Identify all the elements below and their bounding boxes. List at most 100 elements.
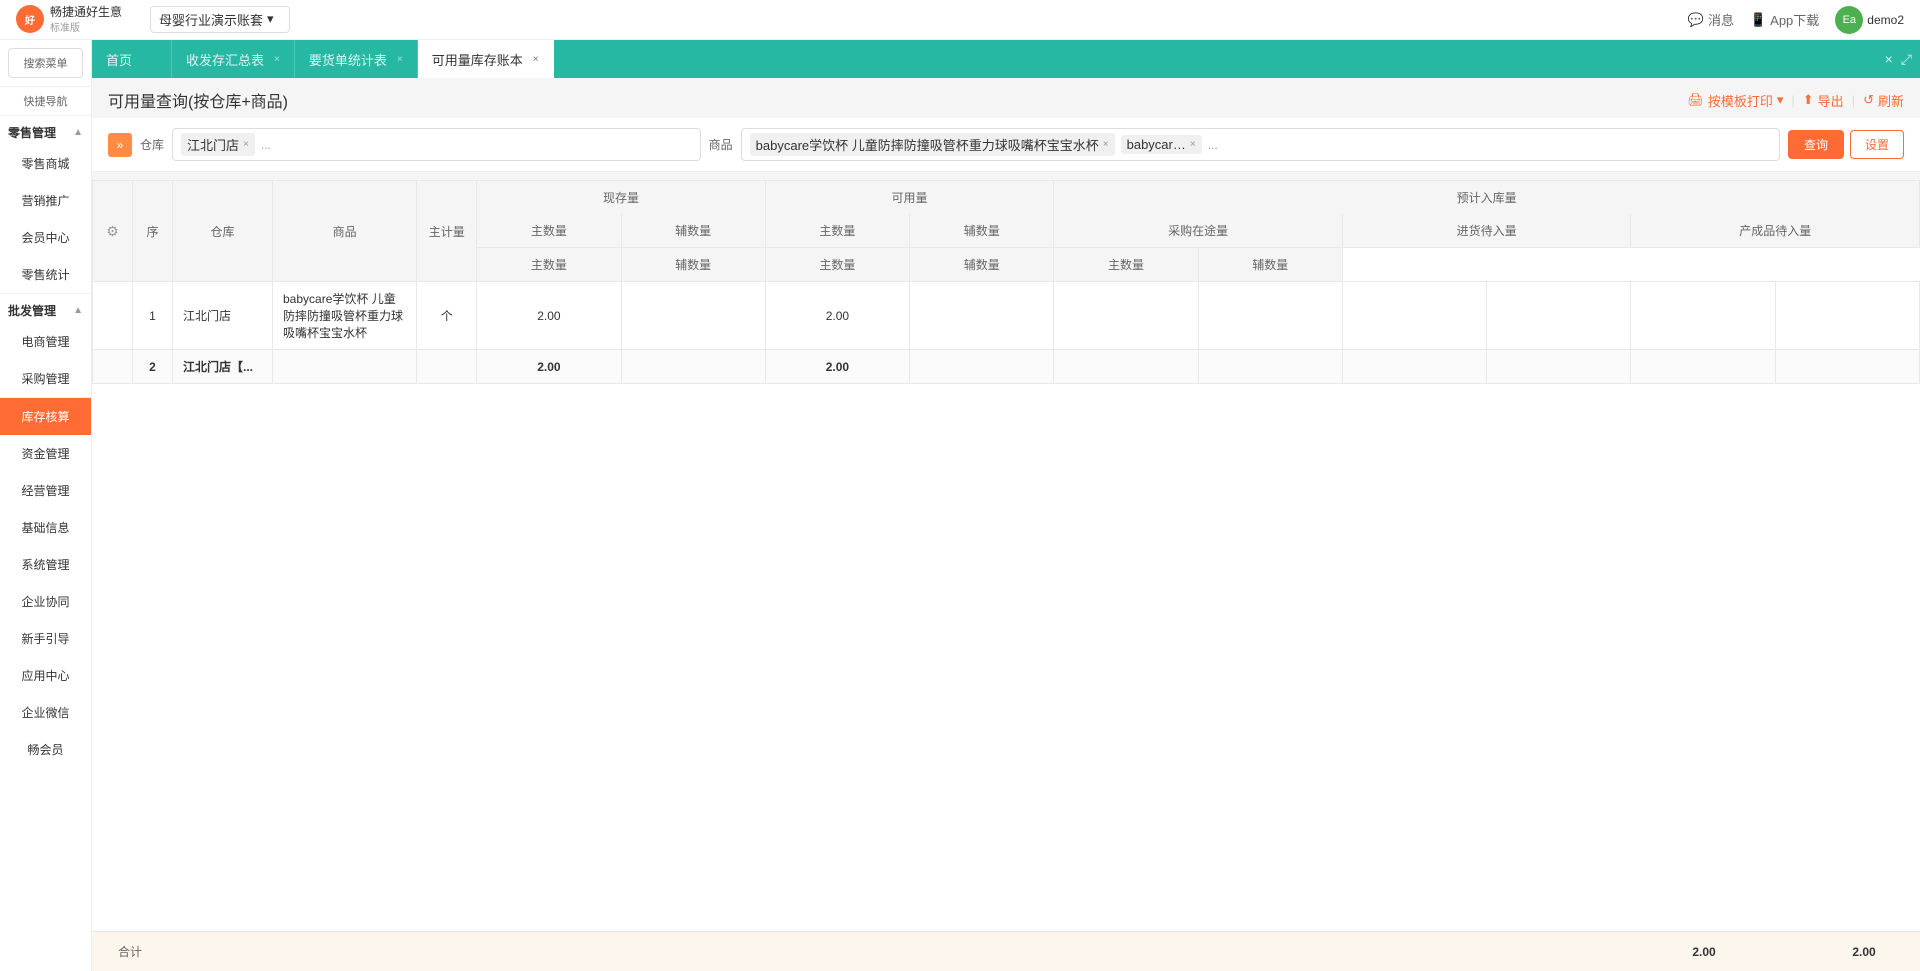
tab-available-stock[interactable]: 可用量库存账本 × <box>418 40 554 78</box>
product-tag-1-close[interactable]: × <box>1103 139 1109 150</box>
th-purchase-aux: 辅数量 <box>621 248 765 282</box>
cell-warehouse-1: 江北门店【... <box>173 350 273 384</box>
cell-goods-aux-0 <box>1487 282 1631 350</box>
product-filter-area[interactable]: babycare学饮杯 儿童防摔防撞吸管杯重力球吸嘴杯宝宝水杯 × babyca… <box>741 128 1780 161</box>
tab-receive-summary-close[interactable]: × <box>274 54 280 65</box>
sidebar-item-marketing[interactable]: 营销推广 <box>0 182 91 219</box>
cell-finished-main-1 <box>1631 350 1775 384</box>
th-purchase-transit: 采购在途量 <box>1054 214 1343 248</box>
sidebar-item-retail-store[interactable]: 零售商城 <box>0 145 91 182</box>
sidebar-item-system[interactable]: 系统管理 <box>0 546 91 583</box>
filter-expand-button[interactable]: » <box>108 133 132 157</box>
th-warehouse: 仓库 <box>173 181 273 282</box>
sidebar-item-inventory[interactable]: 库存核算 <box>0 398 91 435</box>
sidebar-item-newbie[interactable]: 新手引导 <box>0 620 91 657</box>
sidebar-item-purchase[interactable]: 采购管理 <box>0 360 91 397</box>
tab-close-all-icon[interactable]: × <box>1885 51 1893 67</box>
sidebar-item-app-center[interactable]: 应用中心 <box>0 657 91 694</box>
warehouse-tag-close[interactable]: × <box>243 139 249 150</box>
sidebar-item-wechat[interactable]: 企业微信 <box>0 694 91 731</box>
retail-arrow-icon: ▲ <box>73 127 83 138</box>
tab-available-stock-close[interactable]: × <box>533 54 539 65</box>
th-purchase-main: 主数量 <box>477 248 621 282</box>
sidebar-item-operation[interactable]: 经营管理 <box>0 472 91 509</box>
sidebar-item-finance[interactable]: 资金管理 <box>0 435 91 472</box>
th-available-aux: 辅数量 <box>910 214 1054 248</box>
cell-goods-aux-1 <box>1487 350 1631 384</box>
query-button[interactable]: 查询 <box>1788 130 1844 159</box>
product-tag-2-close[interactable]: × <box>1190 139 1196 150</box>
cell-no-0: 1 <box>133 282 173 350</box>
message-button[interactable]: 💬 消息 <box>1688 10 1734 29</box>
cell-purchase-aux-0 <box>1198 282 1342 350</box>
gear-icon[interactable]: ⚙ <box>106 223 119 239</box>
cell-current-aux-1 <box>621 350 765 384</box>
cell-finished-main-0 <box>1631 282 1775 350</box>
print-template-button[interactable]: 🖨 按模板打印 ▾ <box>1687 91 1783 110</box>
print-chevron-icon: ▾ <box>1777 92 1784 108</box>
filter-actions: 查询 设置 <box>1788 130 1904 159</box>
wholesale-arrow-icon: ▲ <box>73 305 83 316</box>
brand-text: 畅捷通好生意 标准版 <box>50 5 122 34</box>
tab-home[interactable]: 首页 <box>92 40 172 78</box>
th-product: 商品 <box>273 181 417 282</box>
content-area: 首页 收发存汇总表 × 要货单统计表 × 可用量库存账本 × × ⤢ <box>92 40 1920 971</box>
tab-expand-icon[interactable]: ⤢ <box>1901 51 1912 68</box>
main-layout: 搜索菜单 快捷导航 零售管理 ▲ 零售商城 营销推广 会员中心 零售统计 <box>0 40 1920 971</box>
warehouse-filter-area[interactable]: 江北门店 × ... <box>172 128 701 161</box>
cell-settings-0 <box>93 282 133 350</box>
sidebar-item-vip[interactable]: 畅会员 <box>0 731 91 768</box>
sidebar-item-retail-stats[interactable]: 零售统计 <box>0 256 91 293</box>
app-download-button[interactable]: 📱 App下载 <box>1750 10 1819 29</box>
table-container[interactable]: ⚙ 序 仓库 商品 主计量 现存量 可用量 预计入库量 主数量 辅 <box>92 180 1920 971</box>
cell-current-aux-0 <box>621 282 765 350</box>
store-selector[interactable]: 母婴行业演示账套 ▾ <box>150 6 290 33</box>
tab-available-stock-label: 可用量库存账本 <box>432 50 523 69</box>
footer-label: 合计 <box>108 943 152 960</box>
sidebar-section-wholesale-header[interactable]: 批发管理 ▲ <box>0 294 91 323</box>
sidebar-item-member[interactable]: 会员中心 <box>0 219 91 256</box>
search-menu-button[interactable]: 搜索菜单 <box>8 48 83 78</box>
sidebar-section-retail-header[interactable]: 零售管理 ▲ <box>0 116 91 145</box>
avatar: Ea <box>1835 6 1863 34</box>
tab-receive-summary[interactable]: 收发存汇总表 × <box>172 40 295 78</box>
th-finished-main: 主数量 <box>1054 248 1198 282</box>
cell-available-aux-0 <box>910 282 1054 350</box>
product-more[interactable]: ... <box>1208 138 1218 152</box>
th-available: 可用量 <box>765 181 1054 215</box>
message-icon: 💬 <box>1688 12 1704 28</box>
th-goods-pending: 进货待入量 <box>1342 214 1631 248</box>
sidebar-item-ecommerce[interactable]: 电商管理 <box>0 323 91 360</box>
tab-home-label: 首页 <box>106 50 132 69</box>
th-settings: ⚙ <box>93 181 133 282</box>
settings-button[interactable]: 设置 <box>1850 130 1904 159</box>
table-row: 1 江北门店 babycare学饮杯 儿童防摔防撞吸管杯重力球吸嘴杯宝宝水杯 个… <box>93 282 1920 350</box>
refresh-button[interactable]: ↺ 刷新 <box>1863 91 1904 110</box>
user-area[interactable]: Ea demo2 <box>1835 6 1904 34</box>
header-right: 💬 消息 📱 App下载 Ea demo2 <box>1688 6 1904 34</box>
tab-order-stats-close[interactable]: × <box>397 54 403 65</box>
page-header-actions: 🖨 按模板打印 ▾ | ⬆ 导出 | ↺ 刷新 <box>1687 91 1904 110</box>
cell-available-aux-1 <box>910 350 1054 384</box>
th-current-stock: 现存量 <box>477 181 766 215</box>
product-tag-1: babycare学饮杯 儿童防摔防撞吸管杯重力球吸嘴杯宝宝水杯 × <box>750 133 1115 156</box>
warehouse-more[interactable]: ... <box>261 138 271 152</box>
page-header: 可用量查询(按仓库+商品) 🖨 按模板打印 ▾ | ⬆ 导出 | ↺ <box>92 78 1920 118</box>
table-row: 2 江北门店【... 2.00 2.00 <box>93 350 1920 384</box>
sidebar-search-section: 搜索菜单 <box>0 40 91 87</box>
chevron-down-icon: ▾ <box>267 11 274 27</box>
cell-finished-aux-0 <box>1775 282 1919 350</box>
footer-current-main: 2.00 <box>1664 945 1744 959</box>
cell-purchase-aux-1 <box>1198 350 1342 384</box>
export-button[interactable]: ⬆ 导出 <box>1803 91 1844 110</box>
sidebar-item-basic[interactable]: 基础信息 <box>0 509 91 546</box>
sidebar-item-enterprise[interactable]: 企业协同 <box>0 583 91 620</box>
header-left: 好 畅捷通好生意 标准版 母婴行业演示账套 ▾ <box>16 5 290 34</box>
tab-order-stats[interactable]: 要货单统计表 × <box>295 40 418 78</box>
sidebar-quick-nav[interactable]: 快捷导航 <box>0 87 91 116</box>
sidebar-section-wholesale: 批发管理 ▲ 电商管理 采购管理 <box>0 294 91 398</box>
print-template-label: 按模板打印 <box>1708 91 1773 110</box>
warehouse-tag: 江北门店 × <box>181 133 255 156</box>
product-filter-label: 商品 <box>709 136 733 153</box>
table-body: 1 江北门店 babycare学饮杯 儿童防摔防撞吸管杯重力球吸嘴杯宝宝水杯 个… <box>93 282 1920 384</box>
